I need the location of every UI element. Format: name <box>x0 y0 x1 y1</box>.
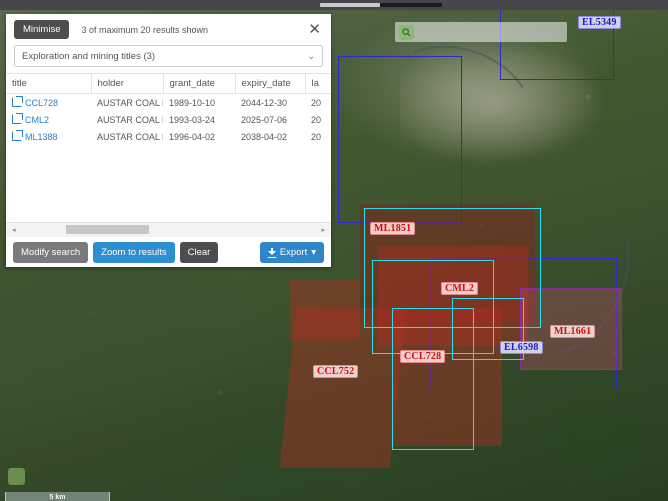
export-button[interactable]: Export ▾ <box>259 241 324 263</box>
cell-title[interactable]: CCL728 <box>6 94 91 112</box>
map-label-el6598[interactable]: EL6598 <box>500 341 543 354</box>
cell-last: 20 <box>311 114 322 125</box>
scroll-left-arrow[interactable]: ◂ <box>12 226 16 234</box>
results-table-wrapper[interactable]: title holder grant_date expiry_date la C… <box>6 73 331 222</box>
results-panel-footer: Modify search Zoom to results Clear Expo… <box>6 237 331 267</box>
cell-grant-date: 1989-10-10 <box>169 97 216 108</box>
zoom-to-results-button[interactable]: Zoom to results <box>93 241 175 263</box>
map-scale-label: 5 km <box>49 494 66 501</box>
cell-last: 20 <box>311 131 322 142</box>
results-panel-header: Minimise 3 of maximum 20 results shown ✕ <box>6 14 331 43</box>
cell-last: 20 <box>311 97 322 108</box>
external-link-icon <box>12 129 23 141</box>
column-header-expiry-date[interactable]: expiry_date <box>235 73 306 94</box>
layer-select-value: Exploration and mining titles (3) <box>22 50 156 62</box>
minimise-button[interactable]: Minimise <box>14 20 70 39</box>
column-header-grant-date[interactable]: grant_date <box>163 73 236 94</box>
window-title-bar <box>0 0 668 10</box>
layer-select[interactable]: Exploration and mining titles (3) ⌄ <box>14 45 323 67</box>
map-label-ccl752[interactable]: CCL752 <box>313 365 359 378</box>
map-label-el5349[interactable]: EL5349 <box>578 16 621 29</box>
cell-holder: AUSTAR COAL M <box>97 114 163 125</box>
results-panel: Minimise 3 of maximum 20 results shown ✕… <box>6 14 331 267</box>
title-link[interactable]: ML1388 <box>25 132 58 142</box>
title-link[interactable]: CCL728 <box>25 98 58 108</box>
cell-expiry-date: 2038-04-02 <box>241 131 288 142</box>
map-locate-button[interactable] <box>8 468 25 485</box>
table-row[interactable]: CCL728 AUSTAR COAL M 1989-10-10 2044-12-… <box>6 94 331 112</box>
column-header-last[interactable]: la <box>305 73 331 94</box>
cell-grant-date: 1996-04-02 <box>169 131 216 142</box>
map-label-cml2[interactable]: CML2 <box>441 282 479 295</box>
map-label-ml1851[interactable]: ML1851 <box>370 222 416 235</box>
map-label-ccl728[interactable]: CCL728 <box>400 350 446 363</box>
table-header-row: title holder grant_date expiry_date la <box>6 73 331 94</box>
modify-search-button[interactable]: Modify search <box>13 241 89 263</box>
map-polygon-west-fill[interactable] <box>290 280 360 340</box>
map-label-ml1661[interactable]: ML1661 <box>550 325 596 338</box>
title-bar-light-segment <box>320 3 380 7</box>
horizontal-scrollbar[interactable]: ◂ ▸ <box>6 222 331 237</box>
map-search-input[interactable] <box>418 26 567 38</box>
map-polygon-exploration-nw[interactable] <box>338 56 462 223</box>
cell-title[interactable]: CML2 <box>6 111 91 128</box>
title-link[interactable]: CML2 <box>25 115 49 125</box>
download-icon <box>267 248 276 258</box>
clear-button[interactable]: Clear <box>179 241 219 263</box>
results-table: title holder grant_date expiry_date la C… <box>6 73 331 145</box>
cell-expiry-date: 2025-07-06 <box>241 114 288 125</box>
layer-select-wrapper: Exploration and mining titles (3) ⌄ <box>6 43 331 73</box>
table-row[interactable]: ML1388 AUSTAR COAL M 1996-04-02 2038-04-… <box>6 128 331 145</box>
map-search-bar[interactable] <box>395 22 567 42</box>
export-label: Export <box>279 246 308 258</box>
column-header-holder[interactable]: holder <box>91 73 164 94</box>
search-icon[interactable] <box>399 24 414 40</box>
table-row[interactable]: CML2 AUSTAR COAL M 1993-03-24 2025-07-06… <box>6 111 331 128</box>
cell-grant-date: 1993-03-24 <box>169 114 216 125</box>
external-link-icon <box>12 95 23 107</box>
application-window: EL5349 ML1851 CML2 ML1661 EL6598 CCL728 … <box>0 0 668 501</box>
map-scale-bar: 5 km <box>5 492 110 501</box>
cell-expiry-date: 2044-12-30 <box>241 97 288 108</box>
cell-holder: AUSTAR COAL M <box>97 131 163 142</box>
results-count-text: 3 of maximum 20 results shown <box>81 24 209 35</box>
cell-holder: AUSTAR COAL M <box>97 97 163 108</box>
close-icon[interactable]: ✕ <box>306 22 323 37</box>
title-bar-dark-segment <box>380 3 442 7</box>
chevron-down-icon[interactable]: ▾ <box>311 247 316 258</box>
scrollbar-thumb[interactable] <box>66 225 149 234</box>
column-header-title[interactable]: title <box>6 73 92 94</box>
scroll-right-arrow[interactable]: ▸ <box>321 226 325 234</box>
cell-title[interactable]: ML1388 <box>6 128 91 145</box>
external-link-icon <box>12 112 23 124</box>
chevron-down-icon[interactable]: ⌄ <box>307 51 315 62</box>
